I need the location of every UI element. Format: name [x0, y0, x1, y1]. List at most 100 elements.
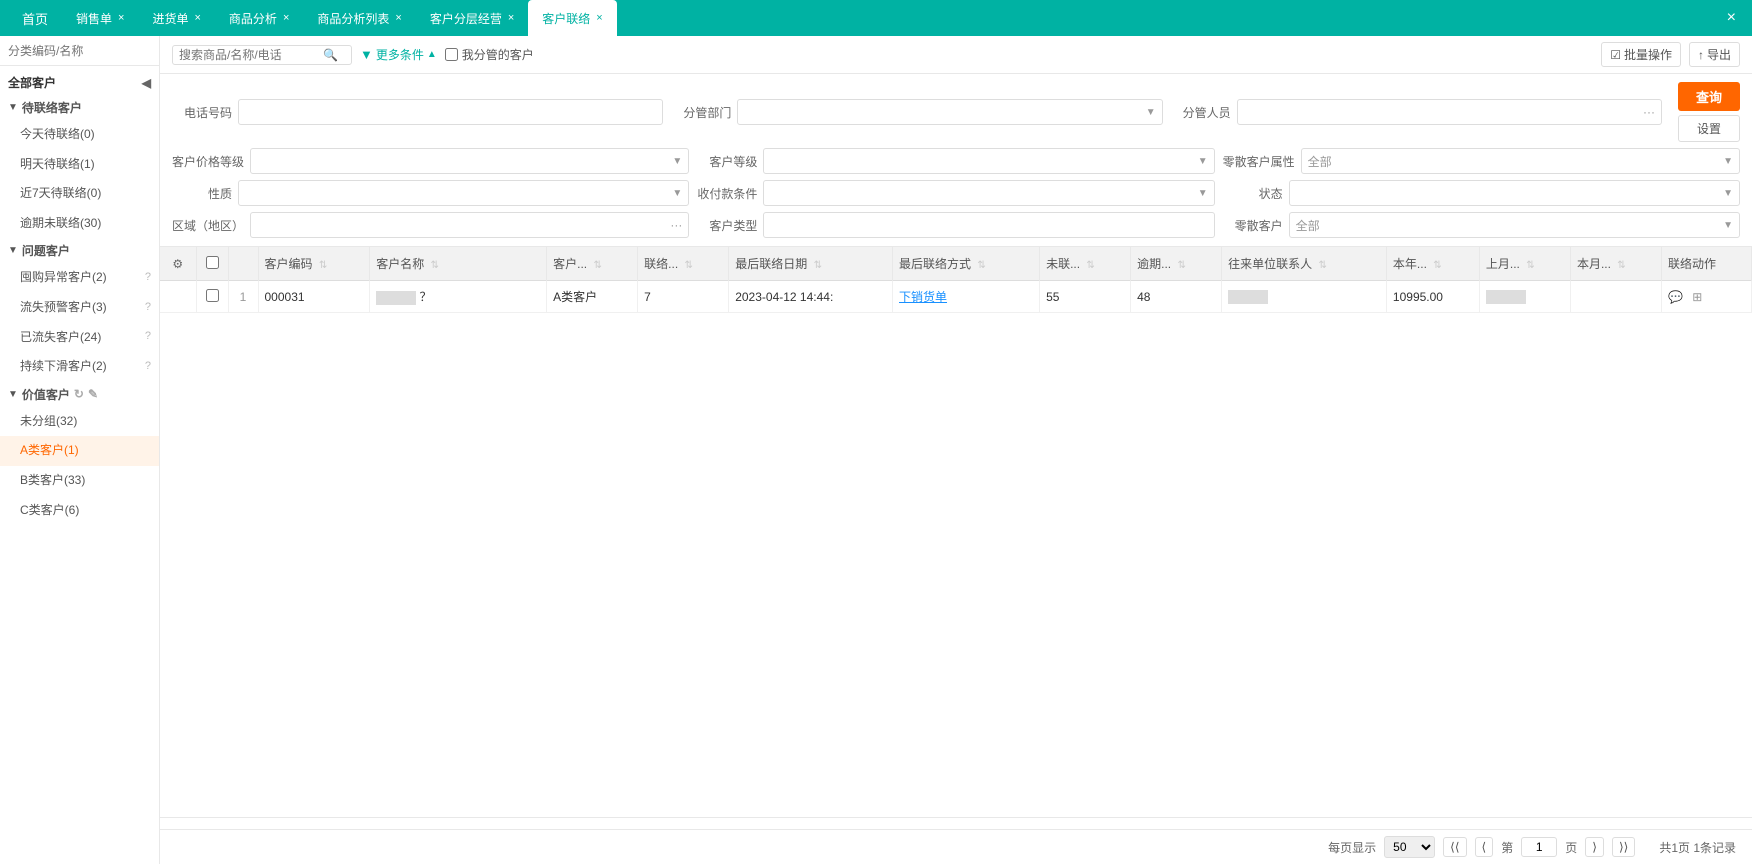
- overdue-sort-icon[interactable]: ⇅: [1177, 260, 1185, 271]
- col-last-method-header[interactable]: 最后联络方式 ⇅: [893, 247, 1040, 281]
- close-product-list-tab[interactable]: ×: [395, 12, 401, 24]
- manager-dots-icon[interactable]: ···: [1643, 105, 1655, 119]
- churned-help-icon[interactable]: ?: [145, 327, 151, 347]
- sidebar-group-problem[interactable]: ▼ 问题客户: [0, 238, 159, 263]
- table-settings-icon[interactable]: ⚙: [172, 257, 183, 271]
- last-month-sort-icon[interactable]: ⇅: [1526, 260, 1534, 271]
- dept-select[interactable]: ▼: [737, 99, 1162, 125]
- query-button[interactable]: 查询: [1678, 82, 1740, 111]
- close-customer-contact-tab[interactable]: ×: [596, 12, 602, 24]
- type-sort-icon[interactable]: ⇅: [593, 260, 601, 271]
- more-filters-chevron: ▲: [427, 49, 437, 60]
- sidebar-item-tomorrow-pending[interactable]: 明天待联络(1): [0, 150, 159, 180]
- sidebar-item-class-a[interactable]: A类客户(1): [0, 436, 159, 466]
- my-customers-checkbox[interactable]: [445, 48, 458, 61]
- col-no-contact-header[interactable]: 未联... ⇅: [1040, 247, 1131, 281]
- select-all-checkbox[interactable]: [206, 256, 219, 269]
- tab-product-list[interactable]: 商品分析列表 ×: [303, 0, 415, 36]
- tab-product-analysis[interactable]: 商品分析 ×: [215, 0, 303, 36]
- next-last-page-button[interactable]: ⟩⟩: [1612, 837, 1635, 857]
- close-customer-segment-tab[interactable]: ×: [508, 12, 514, 24]
- sidebar-item-class-b[interactable]: B类客户(33): [0, 466, 159, 496]
- sidebar-item-class-c[interactable]: C类客户(6): [0, 496, 159, 526]
- action-more-icon[interactable]: ⊞: [1692, 290, 1702, 304]
- main-search-input[interactable]: [179, 48, 319, 62]
- sidebar-collapse-icon[interactable]: ◀: [142, 76, 151, 90]
- col-contact-header[interactable]: 联络... ⇅: [638, 247, 729, 281]
- last-method-sort-icon[interactable]: ⇅: [977, 260, 985, 271]
- sidebar-item-today-pending[interactable]: 今天待联络(0): [0, 120, 159, 150]
- col-type-header[interactable]: 客户... ⇅: [547, 247, 638, 281]
- manager-input[interactable]: ···: [1237, 99, 1662, 125]
- sidebar-group-pending[interactable]: ▼ 待联络客户: [0, 95, 159, 120]
- main-search-icon[interactable]: 🔍: [323, 48, 338, 62]
- tab-customer-segment[interactable]: 客户分层经营 ×: [416, 0, 528, 36]
- setting-button[interactable]: 设置: [1678, 115, 1740, 142]
- prev-first-page-button[interactable]: ⟨⟨: [1443, 837, 1466, 857]
- col-last-month-header[interactable]: 上月... ⇅: [1479, 247, 1570, 281]
- value-group-refresh-icon[interactable]: ↻: [74, 387, 84, 401]
- page-number-input[interactable]: [1521, 837, 1557, 857]
- per-page-select[interactable]: 50 100: [1384, 836, 1435, 858]
- phone-input[interactable]: [238, 99, 663, 125]
- my-customers-checkbox-label[interactable]: 我分管的客户: [445, 46, 534, 63]
- col-code-header[interactable]: 客户编码 ⇅: [258, 247, 370, 281]
- this-year-sort-icon[interactable]: ⇅: [1433, 260, 1441, 271]
- price-level-select[interactable]: ▼: [250, 148, 689, 174]
- col-this-year-header[interactable]: 本年... ⇅: [1386, 247, 1479, 281]
- last-date-sort-icon[interactable]: ⇅: [814, 260, 822, 271]
- col-unit-contact-header[interactable]: 往来单位联系人 ⇅: [1222, 247, 1387, 281]
- code-sort-icon[interactable]: ⇅: [319, 260, 327, 271]
- sidebar-group-value[interactable]: ▼ 价值客户 ↻ ✎: [0, 382, 159, 407]
- next-page-button[interactable]: ⟩: [1585, 837, 1604, 857]
- more-filters-button[interactable]: ▼ 更多条件 ▲: [360, 46, 437, 63]
- sidebar-search-input[interactable]: [8, 44, 160, 58]
- region-input[interactable]: ···: [250, 212, 689, 238]
- sidebar-item-overdue-pending[interactable]: 逾期未联络(30): [0, 209, 159, 239]
- no-contact-sort-icon[interactable]: ⇅: [1086, 260, 1094, 271]
- action-chat-icon[interactable]: 💬: [1668, 290, 1683, 304]
- nature-select[interactable]: ▼: [238, 180, 689, 206]
- window-close-button[interactable]: ×: [1719, 9, 1744, 27]
- col-name-header[interactable]: 客户名称 ⇅: [370, 247, 547, 281]
- retail-customer-select[interactable]: 全部 ▼: [1289, 212, 1740, 238]
- last-method-link[interactable]: 下销货单: [899, 290, 947, 304]
- horizontal-scrollbar[interactable]: [160, 817, 1752, 829]
- tab-sales[interactable]: 销售单 ×: [62, 0, 138, 36]
- tab-customer-contact[interactable]: 客户联络 ×: [528, 0, 616, 36]
- customer-type-input[interactable]: [763, 212, 1214, 238]
- churn-warning-help-icon[interactable]: ?: [145, 298, 151, 318]
- customer-level-select[interactable]: ▼: [763, 148, 1214, 174]
- status-select[interactable]: ▼: [1289, 180, 1740, 206]
- export-button[interactable]: ↑ 导出: [1689, 42, 1740, 67]
- row-unit-contact-cell: [1222, 281, 1387, 313]
- declining-help-icon[interactable]: ?: [145, 357, 151, 377]
- contact-sort-icon[interactable]: ⇅: [685, 260, 693, 271]
- tab-purchase[interactable]: 进货单 ×: [138, 0, 214, 36]
- prev-page-button[interactable]: ⟨: [1475, 837, 1494, 857]
- sidebar-item-churned[interactable]: 已流失客户(24) ?: [0, 323, 159, 353]
- this-month-sort-icon[interactable]: ⇅: [1617, 260, 1625, 271]
- abnormal-help-icon[interactable]: ?: [145, 268, 151, 288]
- close-product-analysis-tab[interactable]: ×: [283, 12, 289, 24]
- payment-select[interactable]: ▼: [763, 180, 1214, 206]
- close-sales-tab[interactable]: ×: [118, 12, 124, 24]
- sidebar-item-abnormal[interactable]: 囤购异常客户(2) ?: [0, 263, 159, 293]
- sidebar-item-declining[interactable]: 持续下滑客户(2) ?: [0, 352, 159, 382]
- close-purchase-tab[interactable]: ×: [194, 12, 200, 24]
- batch-operation-button[interactable]: ☑ 批量操作: [1601, 42, 1681, 67]
- region-dots-icon[interactable]: ···: [670, 218, 682, 232]
- home-tab[interactable]: 首页: [8, 0, 62, 36]
- retail-attr-select[interactable]: 全部 ▼: [1301, 148, 1740, 174]
- sidebar-item-churn-warning[interactable]: 流失预警客户(3) ?: [0, 293, 159, 323]
- col-this-month-header[interactable]: 本月... ⇅: [1570, 247, 1661, 281]
- value-group-edit-icon[interactable]: ✎: [88, 387, 98, 401]
- sidebar-item-7days-pending[interactable]: 近7天待联络(0): [0, 179, 159, 209]
- row-checkbox[interactable]: [206, 289, 219, 302]
- unit-contact-sort-icon[interactable]: ⇅: [1319, 260, 1327, 271]
- col-overdue-header[interactable]: 逾期... ⇅: [1131, 247, 1222, 281]
- sidebar-item-ungrouped[interactable]: 未分组(32): [0, 407, 159, 437]
- name-sort-icon[interactable]: ⇅: [431, 260, 439, 271]
- col-last-date-header[interactable]: 最后联络日期 ⇅: [729, 247, 893, 281]
- filter-row-3: 性质 ▼ 收付款条件 ▼ 状态: [172, 180, 1740, 206]
